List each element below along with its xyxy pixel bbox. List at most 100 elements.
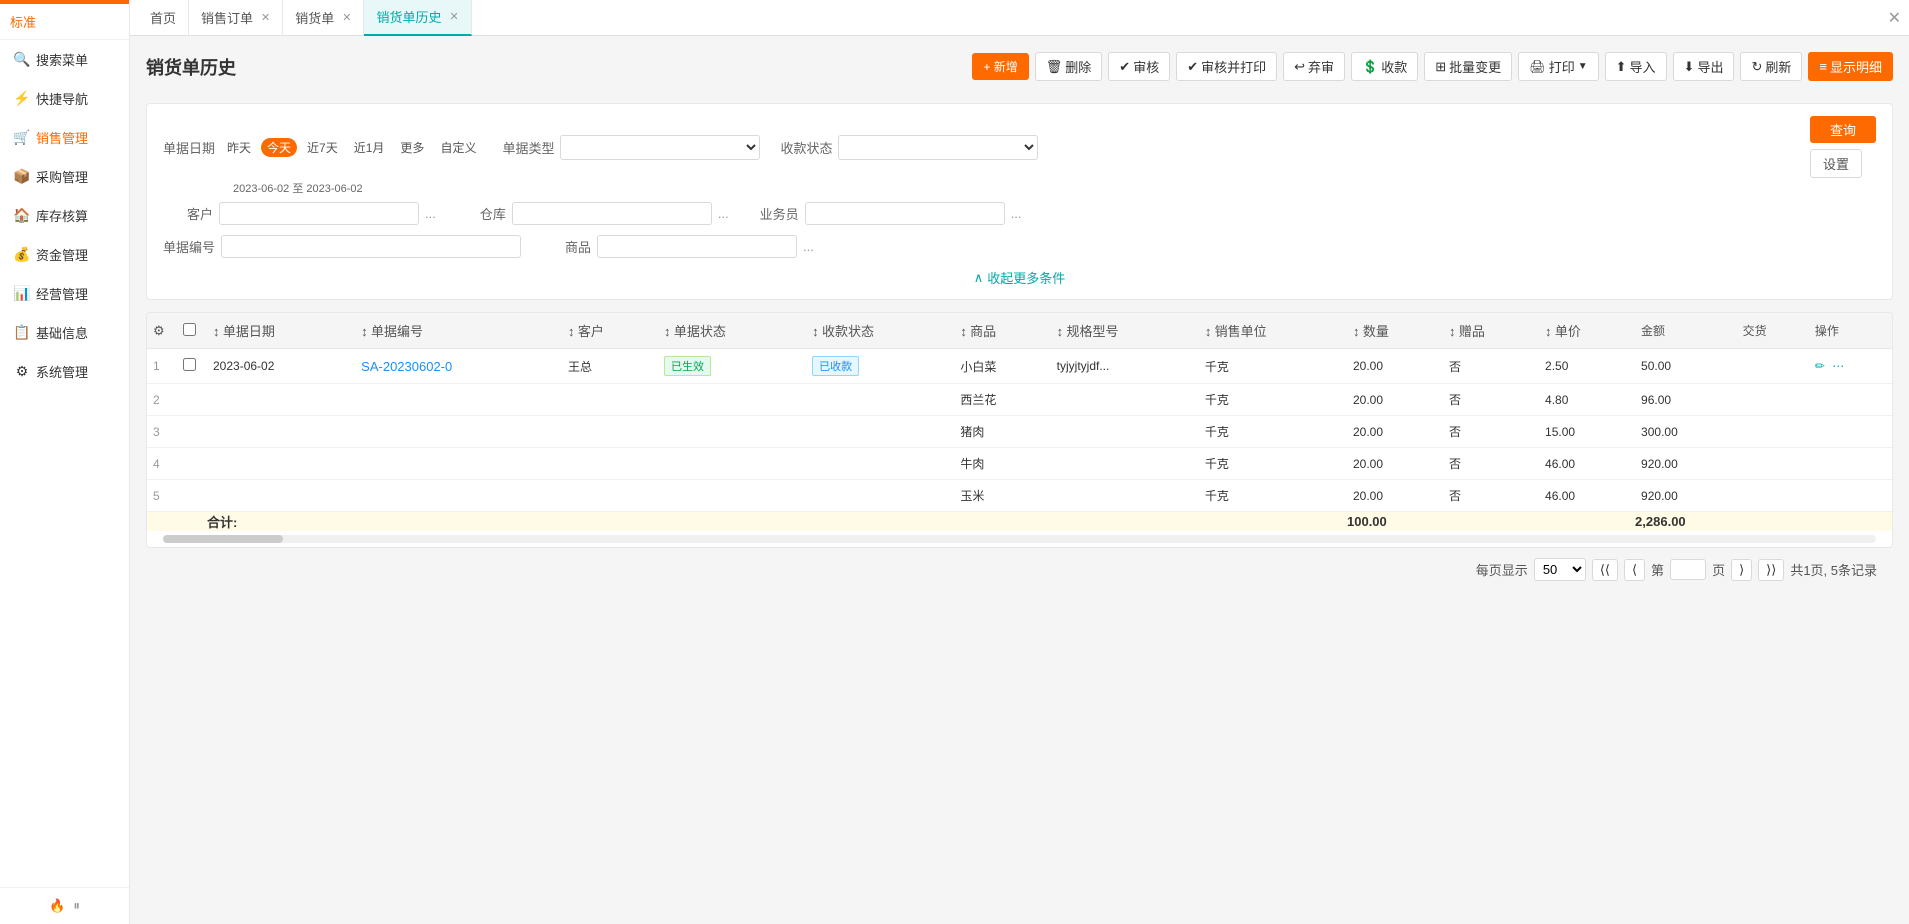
first-page-button[interactable]: ⟨⟨ <box>1592 559 1618 581</box>
filter-product-picker[interactable]: ... <box>803 239 814 254</box>
query-button[interactable]: 查询 <box>1810 116 1876 143</box>
tab-sales-order-close[interactable]: ✕ <box>261 11 270 24</box>
date-tab-custom[interactable]: 自定义 <box>434 138 482 157</box>
paymentstatus-col-header[interactable]: ↕ 收款状态 <box>806 313 954 349</box>
sidebar-item-label: 快捷导航 <box>36 89 88 108</box>
batch-change-button[interactable]: ⊞ 批量变更 <box>1424 52 1512 81</box>
filter-doc-type-select[interactable] <box>560 135 760 160</box>
last-page-button[interactable]: ⟩⟩ <box>1758 559 1784 581</box>
filter-product-item: 商品 ... <box>541 235 814 258</box>
quick-nav-icon: ⚡ <box>14 91 30 107</box>
per-page-select[interactable]: 50 100 <box>1534 558 1586 581</box>
sidebar-item-basic-info[interactable]: 📋 基础信息 <box>0 313 129 352</box>
row-transaction <box>1737 384 1809 416</box>
product-col-header[interactable]: ↕ 商品 <box>954 313 1050 349</box>
row-unit-price: 46.00 <box>1539 480 1635 512</box>
filter-warehouse-picker[interactable]: ... <box>718 206 729 221</box>
table-scrollbar[interactable] <box>147 531 1892 547</box>
summary-amount: 2,286.00 <box>1635 512 1737 532</box>
export-icon: ⬇ <box>1684 59 1695 75</box>
export-button[interactable]: ⬇ 导出 <box>1673 52 1735 81</box>
sidebar-item-label: 搜索菜单 <box>36 50 88 69</box>
audit-button[interactable]: ✔ 审核 <box>1108 52 1170 81</box>
settings-col-header[interactable]: ⚙ <box>147 313 177 349</box>
docstatus-col-header[interactable]: ↕ 单据状态 <box>658 313 806 349</box>
date-col-header[interactable]: ↕ 单据日期 <box>207 313 355 349</box>
row-checkbox-cell[interactable] <box>177 384 207 416</box>
filter-customer-picker[interactable]: ... <box>425 206 436 221</box>
abandon-icon: ↩ <box>1294 59 1305 75</box>
collect-button[interactable]: 💲 收款 <box>1351 52 1418 81</box>
scroll-thumb[interactable] <box>163 535 283 543</box>
more-action[interactable]: ⋯ <box>1832 359 1844 373</box>
unit-col-header[interactable]: ↕ 销售单位 <box>1199 313 1347 349</box>
filter-product-input[interactable] <box>597 235 797 258</box>
customer-col-header[interactable]: ↕ 客户 <box>562 313 658 349</box>
table-settings-icon[interactable]: ⚙ <box>153 323 165 338</box>
filter-salesperson-input[interactable] <box>805 202 1005 225</box>
filter-warehouse-input[interactable] <box>512 202 712 225</box>
show-details-button[interactable]: ≡ 显示明细 <box>1808 52 1893 81</box>
checkbox-col-header[interactable] <box>177 313 207 349</box>
filter-docno-input[interactable] <box>221 235 521 258</box>
spec-col-header[interactable]: ↕ 规格型号 <box>1051 313 1199 349</box>
row-checkbox-cell[interactable] <box>177 349 207 384</box>
tab-sales-delivery-close[interactable]: ✕ <box>342 11 351 24</box>
tab-home[interactable]: 首页 <box>138 0 189 36</box>
sidebar-item-system[interactable]: ⚙ 系统管理 <box>0 352 129 391</box>
sidebar-item-search-menu[interactable]: 🔍 搜索菜单 <box>0 40 129 79</box>
date-tab-1month[interactable]: 近1月 <box>348 138 391 157</box>
docno-link[interactable]: SA-20230602-0 <box>361 359 452 374</box>
abandon-button[interactable]: ↩ 弃审 <box>1283 52 1345 81</box>
unitprice-col-header[interactable]: ↕ 单价 <box>1539 313 1635 349</box>
sidebar-item-purchase[interactable]: 📦 采购管理 <box>0 157 129 196</box>
set-button[interactable]: 设置 <box>1810 149 1862 178</box>
filter-customer-input[interactable] <box>219 202 419 225</box>
tab-sales-delivery[interactable]: 销货单 ✕ <box>283 0 364 36</box>
row-num: 2 <box>147 384 177 416</box>
filter-payment-status-select[interactable] <box>838 135 1038 160</box>
payment-status-badge: 已收款 <box>812 356 859 376</box>
refresh-button[interactable]: ↻ 刷新 <box>1740 52 1802 81</box>
import-button[interactable]: ⬆ 导入 <box>1605 52 1667 81</box>
collapse-filter-button[interactable]: ∧ 收起更多条件 <box>163 268 1876 287</box>
sidebar-item-sales[interactable]: 🛒 销售管理 <box>0 118 129 157</box>
delete-button[interactable]: 🗑 删除 <box>1035 52 1103 81</box>
tab-bar-close[interactable]: ✕ <box>1888 8 1901 28</box>
sidebar-bottom-icon1[interactable]: 🔥 <box>49 898 65 914</box>
row-amount: 920.00 <box>1635 480 1737 512</box>
docno-col-header[interactable]: ↕ 单据编号 <box>355 313 562 349</box>
date-tab-yesterday[interactable]: 昨天 <box>221 138 257 157</box>
next-page-button[interactable]: ⟩ <box>1731 559 1752 581</box>
date-tabs: 昨天 今天 近7天 近1月 更多 自定义 <box>221 138 482 157</box>
row-spec <box>1051 416 1199 448</box>
date-tab-today[interactable]: 今天 <box>261 138 297 157</box>
edit-action[interactable]: ✏ <box>1815 359 1825 373</box>
sidebar-item-operations[interactable]: 📊 经营管理 <box>0 274 129 313</box>
row-checkbox-cell[interactable] <box>177 480 207 512</box>
row-checkbox-cell[interactable] <box>177 416 207 448</box>
tab-sales-history-close[interactable]: ✕ <box>450 10 459 23</box>
qty-col-header[interactable]: ↕ 数量 <box>1347 313 1443 349</box>
date-tab-7days[interactable]: 近7天 <box>301 138 344 157</box>
prev-page-button[interactable]: ⟨ <box>1624 559 1645 581</box>
summary-row: 合计: 100.00 2,286.00 <box>147 512 1892 532</box>
page-number-input[interactable]: 1 <box>1670 559 1706 580</box>
sidebar-item-finance[interactable]: 💰 资金管理 <box>0 235 129 274</box>
filter-salesperson-picker[interactable]: ... <box>1011 206 1022 221</box>
sidebar-item-quick-nav[interactable]: ⚡ 快捷导航 <box>0 79 129 118</box>
audit-print-button[interactable]: ✔ 审核并打印 <box>1176 52 1277 81</box>
print-button[interactable]: 🖨 打印 ▼ <box>1518 52 1598 81</box>
new-button[interactable]: + 新增 <box>972 53 1028 80</box>
page-label: 第 <box>1651 560 1664 579</box>
row-checkbox[interactable] <box>183 358 196 371</box>
sidebar-bottom-icon2[interactable]: ⏸ <box>73 898 80 914</box>
gift-col-header[interactable]: ↕ 赠品 <box>1443 313 1539 349</box>
row-checkbox-cell[interactable] <box>177 448 207 480</box>
tab-sales-history[interactable]: 销货单历史 ✕ <box>364 0 471 36</box>
sidebar-item-inventory[interactable]: 🏠 库存核算 <box>0 196 129 235</box>
tab-sales-order[interactable]: 销售订单 ✕ <box>189 0 283 36</box>
filter-date-label: 单据日期 <box>163 138 215 157</box>
select-all-checkbox[interactable] <box>183 323 196 336</box>
date-tab-more[interactable]: 更多 <box>394 138 430 157</box>
